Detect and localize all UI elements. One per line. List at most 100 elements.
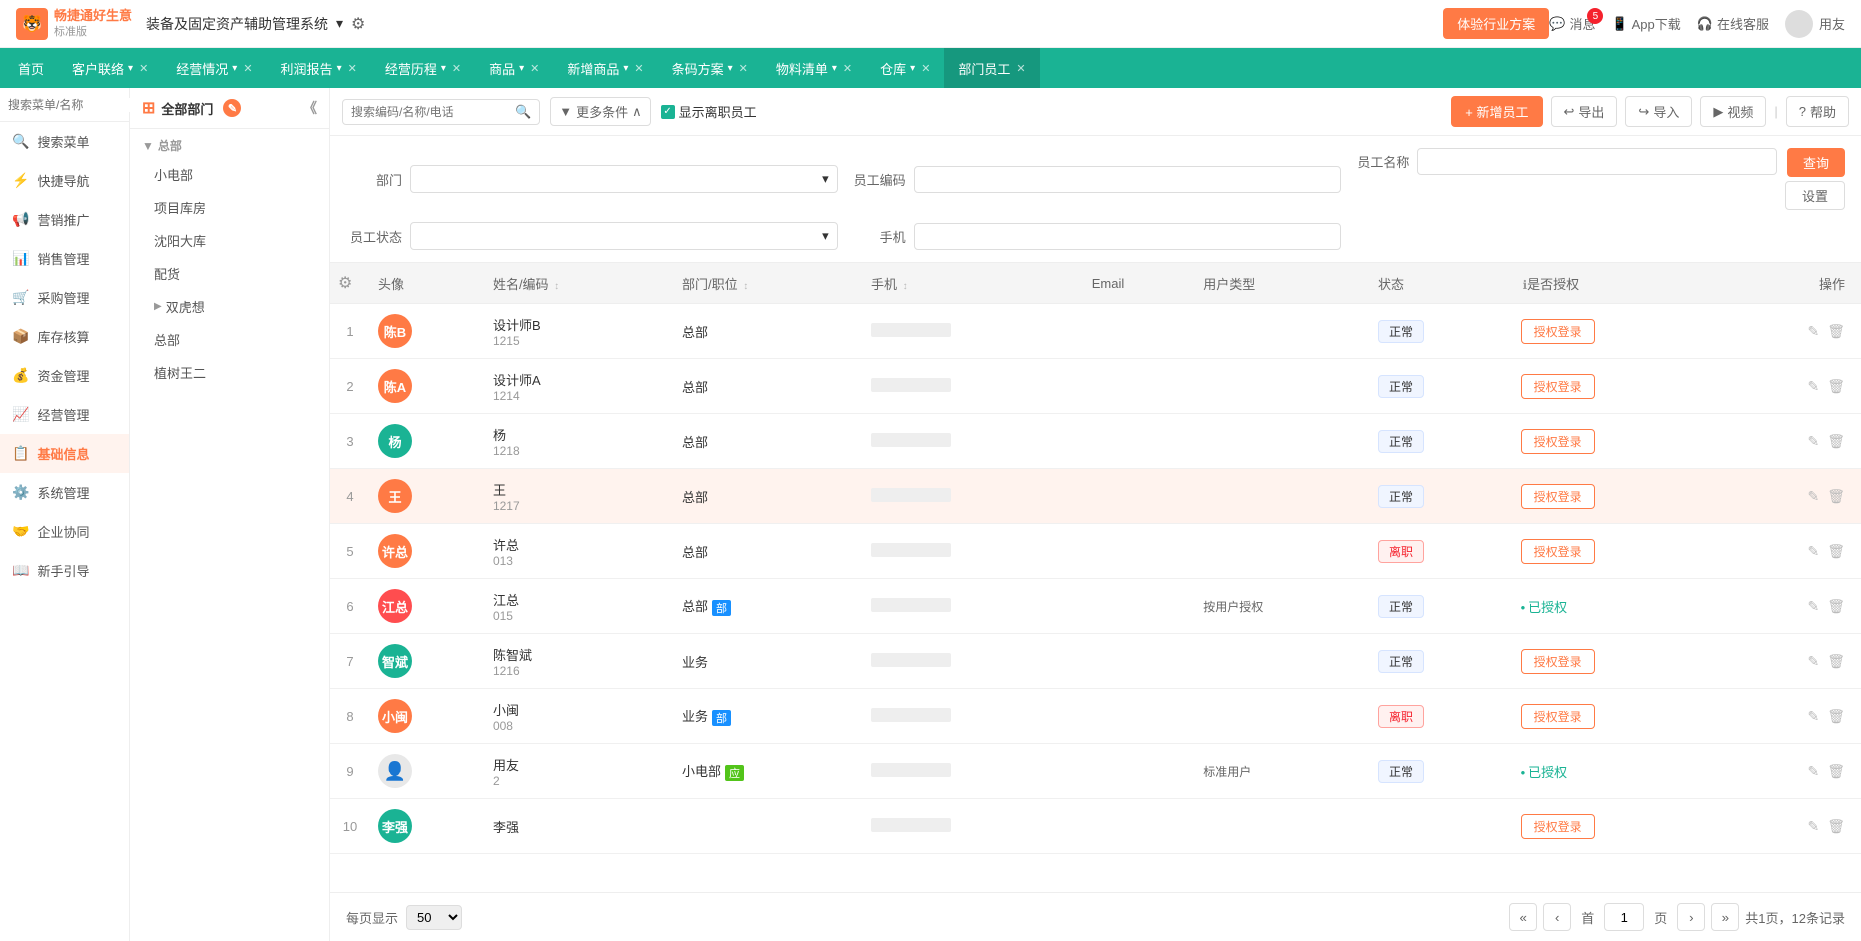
dept-item-headquarters[interactable]: 总部 bbox=[130, 323, 329, 356]
tab-new-goods[interactable]: 新增商品▾✕ bbox=[553, 48, 657, 88]
tab-close-icon[interactable]: ✕ bbox=[634, 62, 643, 75]
sidebar-item-inventory[interactable]: 📦库存核算 bbox=[0, 317, 129, 356]
col-phone[interactable]: 手机 ↕ bbox=[863, 263, 1084, 304]
auth-button[interactable]: 授权登录 bbox=[1521, 704, 1595, 729]
sidebar-item-system[interactable]: ⚙️系统管理 bbox=[0, 473, 129, 512]
settings-icon[interactable]: ⚙ bbox=[338, 275, 352, 292]
tab-employees[interactable]: 部门员工✕ bbox=[944, 48, 1039, 88]
tab-barcode[interactable]: 条码方案▾✕ bbox=[658, 48, 762, 88]
row-auth[interactable]: 授权登录 bbox=[1513, 414, 1720, 469]
row-auth[interactable]: 授权登录 bbox=[1513, 799, 1720, 854]
row-auth[interactable]: 授权登录 bbox=[1513, 524, 1720, 579]
tab-close-icon[interactable]: ✕ bbox=[452, 62, 461, 75]
edit-icon[interactable]: ✎ bbox=[1807, 708, 1819, 725]
edit-icon[interactable]: ✎ bbox=[1807, 763, 1819, 780]
tab-close-icon[interactable]: ✕ bbox=[921, 62, 930, 75]
export-button[interactable]: ↩ 导出 bbox=[1551, 96, 1618, 127]
page-size-select[interactable]: 50 20 100 bbox=[406, 905, 462, 930]
dropdown-arrow-icon[interactable]: ▾ bbox=[336, 15, 343, 32]
dept-item-distribution[interactable]: 配货 bbox=[130, 257, 329, 290]
delete-icon[interactable]: 🗑 bbox=[1827, 488, 1845, 505]
row-auth[interactable]: 授权登录 bbox=[1513, 469, 1720, 524]
dept-collapse-icon[interactable]: 《 bbox=[303, 98, 317, 118]
help-button[interactable]: ? 帮助 bbox=[1786, 96, 1849, 127]
tab-close-icon[interactable]: ✕ bbox=[843, 62, 852, 75]
dept-item-small-elec[interactable]: 小电部 bbox=[130, 158, 329, 191]
sidebar-item-finance[interactable]: 💰资金管理 bbox=[0, 356, 129, 395]
tab-close-icon[interactable]: ✕ bbox=[1016, 62, 1025, 75]
auth-button[interactable]: 授权登录 bbox=[1521, 649, 1595, 674]
dept-select[interactable]: ▾ bbox=[410, 165, 838, 193]
first-page-button[interactable]: « bbox=[1509, 903, 1537, 931]
edit-icon[interactable]: ✎ bbox=[1807, 818, 1819, 835]
delete-icon[interactable]: 🗑 bbox=[1827, 818, 1845, 835]
tab-history[interactable]: 经营历程▾✕ bbox=[371, 48, 475, 88]
trial-button[interactable]: 体验行业方案 bbox=[1443, 8, 1549, 39]
dept-edit-icon[interactable]: ✎ bbox=[223, 99, 241, 117]
app-download-button[interactable]: 📱 App下载 bbox=[1611, 14, 1680, 33]
tab-close-icon[interactable]: ✕ bbox=[739, 62, 748, 75]
col-settings[interactable]: ⚙ bbox=[330, 263, 370, 304]
phone-input[interactable] bbox=[914, 223, 1342, 250]
tab-bom[interactable]: 物料清单▾✕ bbox=[762, 48, 866, 88]
resigned-checkbox[interactable]: ✓ bbox=[661, 105, 675, 119]
row-auth[interactable]: 授权登录 bbox=[1513, 304, 1720, 359]
sidebar-item-quick-nav[interactable]: ⚡快捷导航 bbox=[0, 161, 129, 200]
dept-item-shenyang[interactable]: 沈阳大库 bbox=[130, 224, 329, 257]
auth-button[interactable]: 授权登录 bbox=[1521, 484, 1595, 509]
next-page-button[interactable]: › bbox=[1677, 903, 1705, 931]
dept-item-planter[interactable]: 植树王二 bbox=[130, 356, 329, 389]
sidebar-item-guide[interactable]: 📖新手引导 bbox=[0, 551, 129, 590]
delete-icon[interactable]: 🗑 bbox=[1827, 543, 1845, 560]
tab-close-icon[interactable]: ✕ bbox=[348, 62, 357, 75]
query-button[interactable]: 查询 bbox=[1787, 148, 1845, 177]
page-input[interactable] bbox=[1604, 903, 1644, 931]
sidebar-item-marketing[interactable]: 📢营销推广 bbox=[0, 200, 129, 239]
show-resigned-toggle[interactable]: ✓ 显示离职员工 bbox=[661, 102, 757, 121]
row-auth[interactable]: 授权登录 bbox=[1513, 634, 1720, 689]
delete-icon[interactable]: 🗑 bbox=[1827, 653, 1845, 670]
user-area[interactable]: 用友 bbox=[1785, 10, 1845, 38]
search-input[interactable] bbox=[351, 105, 511, 119]
tab-goods[interactable]: 商品▾✕ bbox=[475, 48, 553, 88]
last-page-button[interactable]: » bbox=[1711, 903, 1739, 931]
sidebar-item-sales[interactable]: 📊销售管理 bbox=[0, 239, 129, 278]
add-employee-button[interactable]: + 新增员工 bbox=[1451, 96, 1542, 127]
edit-icon[interactable]: ✎ bbox=[1807, 598, 1819, 615]
dept-item-shuanghu[interactable]: ▶ 双虎想 bbox=[130, 290, 329, 323]
edit-icon[interactable]: ✎ bbox=[1807, 323, 1819, 340]
emp-code-input[interactable] bbox=[914, 166, 1342, 193]
delete-icon[interactable]: 🗑 bbox=[1827, 378, 1845, 395]
tab-customer[interactable]: 客户联络▾✕ bbox=[58, 48, 162, 88]
tab-close-icon[interactable]: ✕ bbox=[243, 62, 252, 75]
delete-icon[interactable]: 🗑 bbox=[1827, 598, 1845, 615]
edit-icon[interactable]: ✎ bbox=[1807, 433, 1819, 450]
sidebar-item-management[interactable]: 📈经营管理 bbox=[0, 395, 129, 434]
auth-button[interactable]: 授权登录 bbox=[1521, 374, 1595, 399]
tab-profit[interactable]: 利润报告▾✕ bbox=[267, 48, 371, 88]
dept-item-project[interactable]: 项目库房 bbox=[130, 191, 329, 224]
col-dept[interactable]: 部门/职位 ↕ bbox=[674, 263, 863, 304]
tab-home[interactable]: 首页 bbox=[4, 48, 58, 88]
edit-icon[interactable]: ✎ bbox=[1807, 653, 1819, 670]
sidebar-item-basic-info[interactable]: 📋基础信息 bbox=[0, 434, 129, 473]
delete-icon[interactable]: 🗑 bbox=[1827, 708, 1845, 725]
emp-name-input[interactable] bbox=[1417, 148, 1777, 175]
auth-button[interactable]: 授权登录 bbox=[1521, 539, 1595, 564]
tab-operation[interactable]: 经营情况▾✕ bbox=[162, 48, 266, 88]
tab-close-icon[interactable]: ✕ bbox=[530, 62, 539, 75]
sidebar-item-search[interactable]: 🔍搜索菜单 bbox=[0, 122, 129, 161]
messages-button[interactable]: 💬 消息 5 bbox=[1549, 14, 1595, 33]
row-auth[interactable]: 授权登录 bbox=[1513, 359, 1720, 414]
edit-icon[interactable]: ✎ bbox=[1807, 488, 1819, 505]
edit-icon[interactable]: ✎ bbox=[1807, 378, 1819, 395]
edit-icon[interactable]: ✎ bbox=[1807, 543, 1819, 560]
import-button[interactable]: ↪ 导入 bbox=[1625, 96, 1692, 127]
set-button[interactable]: 设置 bbox=[1785, 181, 1845, 210]
delete-icon[interactable]: 🗑 bbox=[1827, 433, 1845, 450]
tab-warehouse[interactable]: 仓库▾✕ bbox=[866, 48, 944, 88]
gear-settings-icon[interactable]: ⚙ bbox=[351, 14, 365, 34]
filter-button[interactable]: ▼ 更多条件 ∧ bbox=[550, 97, 650, 126]
online-service-button[interactable]: 🎧 在线客服 bbox=[1697, 14, 1769, 33]
emp-status-select[interactable]: ▾ bbox=[410, 222, 838, 250]
